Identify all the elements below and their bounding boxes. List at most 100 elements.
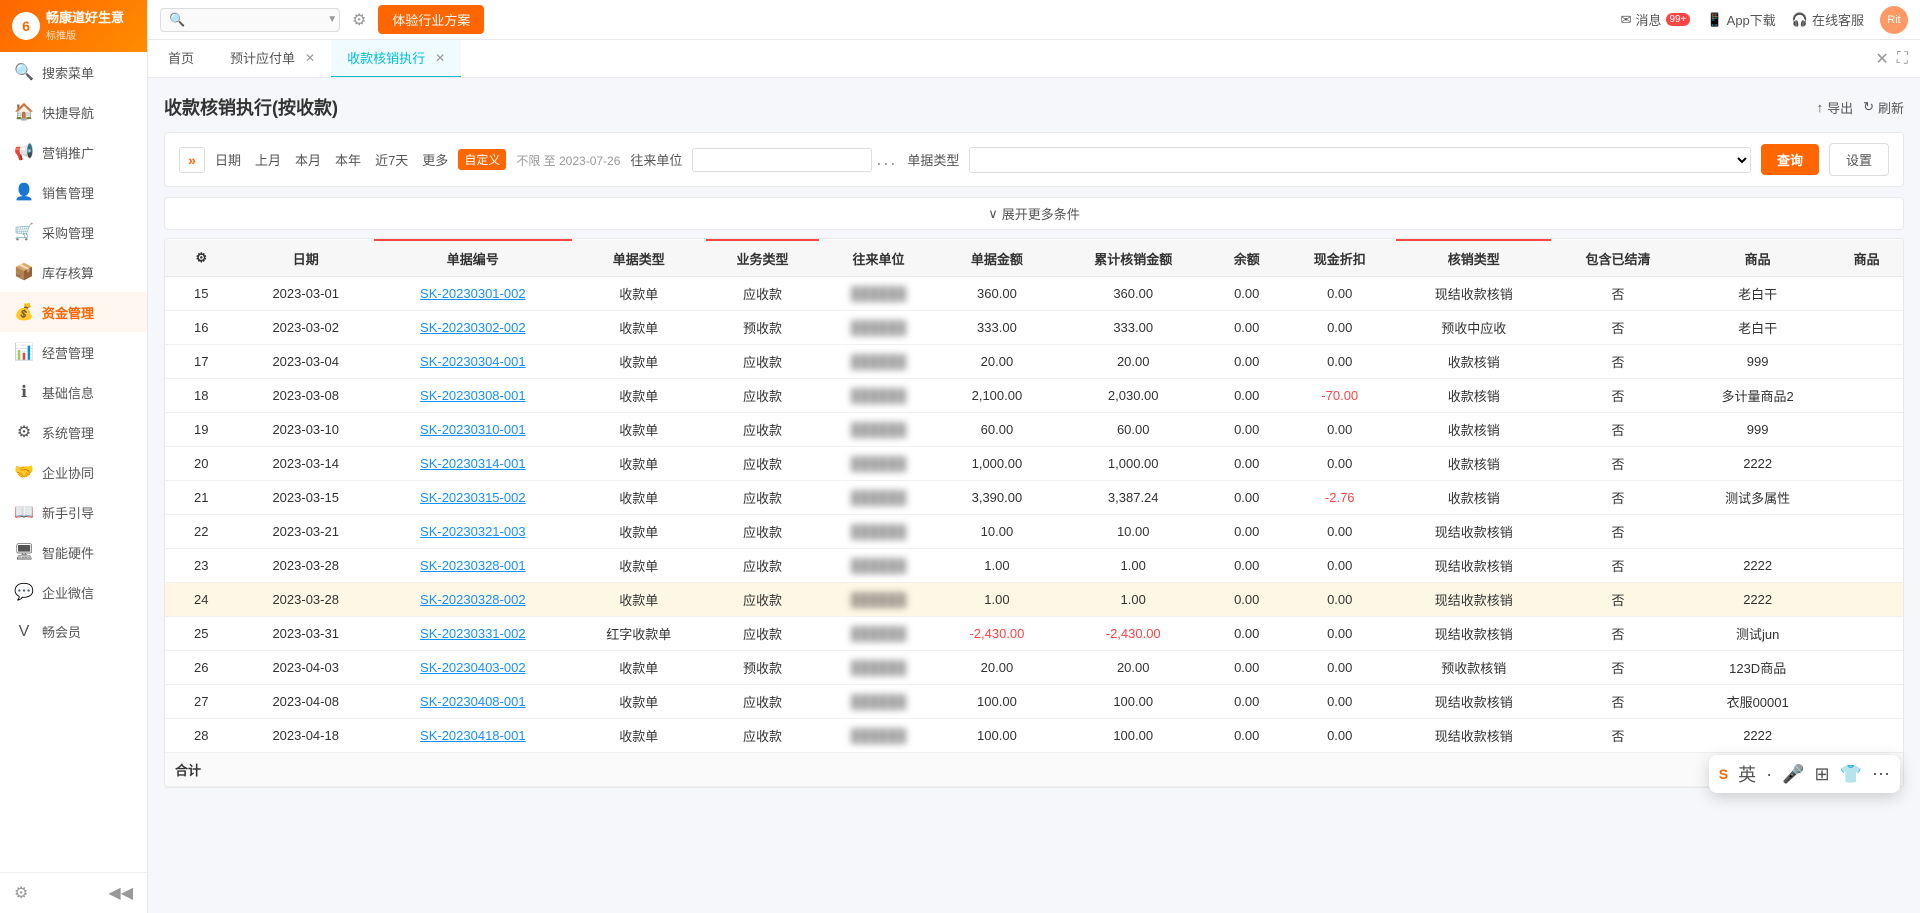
sidebar-item-purchase[interactable]: 🛒采购管理 xyxy=(0,212,147,252)
topbar-search-input[interactable] xyxy=(191,13,321,27)
td-partner: ██████ xyxy=(819,685,938,719)
filter-setting-button[interactable]: 设置 xyxy=(1829,143,1889,176)
sidebar-item-hardware[interactable]: 🖥智能硬件 xyxy=(0,532,147,572)
messages-button[interactable]: ✉ 消息 99+ xyxy=(1621,10,1691,29)
expand-more-bar[interactable]: ∨ 展开更多条件 xyxy=(164,197,1904,230)
sidebar-item-finance[interactable]: 💰 资金管理 xyxy=(0,292,147,332)
td-goods: 老白干 xyxy=(1685,311,1830,345)
collection-tab-close[interactable]: ✕ xyxy=(435,51,445,65)
ft-mic-icon[interactable]: 🎤 xyxy=(1782,764,1804,785)
td-bill_no[interactable]: SK-20230408-001 xyxy=(374,685,572,719)
date-opt-lastmonth[interactable]: 上月 xyxy=(251,148,285,171)
type-filter-select[interactable] xyxy=(969,147,1751,173)
ft-grid-icon[interactable]: ⊞ xyxy=(1814,764,1829,785)
sidebar-item-enterprise[interactable]: 🤝企业协同 xyxy=(0,452,147,492)
online-service-button[interactable]: 🎧 在线客服 xyxy=(1792,10,1864,29)
filter-collapse-button[interactable]: » xyxy=(179,147,205,173)
topbar-settings-icon[interactable]: ⚙ xyxy=(352,10,366,30)
date-opt-custom[interactable]: 自定义 xyxy=(458,149,506,170)
app-download-button[interactable]: 📱 App下载 xyxy=(1706,10,1775,29)
table-row: 242023-03-28SK-20230328-002收款单应收款██████1… xyxy=(165,583,1903,617)
td-goods2 xyxy=(1830,345,1903,379)
date-opt-thismonth[interactable]: 本月 xyxy=(291,148,325,171)
td-goods xyxy=(1685,515,1830,549)
td-bill_no[interactable]: SK-20230418-001 xyxy=(374,719,572,753)
sidebar-item-inventory[interactable]: 📦库存核算 xyxy=(0,252,147,292)
td-no: 28 xyxy=(165,719,238,753)
message-icon: ✉ xyxy=(1621,12,1632,28)
td-date: 2023-03-28 xyxy=(238,549,374,583)
settings-icon[interactable]: ⚙ xyxy=(14,883,28,903)
sidebar-icon-enterprise: 🤝 xyxy=(14,462,34,482)
sidebar-item-basics[interactable]: ℹ基础信息 xyxy=(0,372,147,412)
td-bill_type: 收款单 xyxy=(572,515,706,549)
sidebar-item-guide[interactable]: 📖新手引导 xyxy=(0,492,147,532)
sidebar-item-member[interactable]: V畅会员 xyxy=(0,612,147,651)
ft-icon-2[interactable]: · xyxy=(1766,764,1772,785)
refresh-button[interactable]: ↻ 刷新 xyxy=(1863,98,1904,117)
th-partner: 往来单位 xyxy=(819,240,938,277)
td-goods: 2222 xyxy=(1685,719,1830,753)
export-button[interactable]: ↑ 导出 xyxy=(1817,98,1854,117)
date-opt-more[interactable]: 更多 xyxy=(418,148,452,171)
sidebar-bottom: ⚙ ◀◀ xyxy=(0,872,147,913)
td-bill_no[interactable]: SK-20230302-002 xyxy=(374,311,572,345)
td-bill_no[interactable]: SK-20230301-002 xyxy=(374,277,572,311)
td-amount: 333.00 xyxy=(938,311,1056,345)
td-goods2 xyxy=(1830,277,1903,311)
home-label: 首页 xyxy=(168,48,194,67)
ft-shirt-icon[interactable]: 👕 xyxy=(1840,764,1862,785)
sidebar-icon-finance: 💰 xyxy=(14,302,34,322)
td-goods: 123D商品 xyxy=(1685,651,1830,685)
td-bill_no[interactable]: SK-20230315-002 xyxy=(374,481,572,515)
tab-collection[interactable]: 收款核销执行 ✕ xyxy=(331,40,461,78)
td-discount: 0.00 xyxy=(1283,685,1397,719)
sidebar-icon-operations: 📊 xyxy=(14,342,34,362)
td-discount: 0.00 xyxy=(1283,651,1397,685)
td-date: 2023-03-28 xyxy=(238,583,374,617)
date-opt-7days[interactable]: 近7天 xyxy=(371,148,412,171)
sidebar-item-marketing[interactable]: 📢营销推广 xyxy=(0,132,147,172)
prepay-tab-close[interactable]: ✕ xyxy=(305,51,315,65)
unit-more-icon[interactable]: ... xyxy=(876,149,897,170)
sidebar-item-quicknav[interactable]: 🏠快捷导航 xyxy=(0,92,147,132)
td-bill_no[interactable]: SK-20230310-001 xyxy=(374,413,572,447)
td-date: 2023-03-01 xyxy=(238,277,374,311)
date-opt-thisyear[interactable]: 本年 xyxy=(331,148,365,171)
sidebar-item-wechat[interactable]: 💬企业微信 xyxy=(0,572,147,612)
user-avatar[interactable]: Rit xyxy=(1880,6,1908,34)
sidebar-item-search[interactable]: 🔍搜索菜单 xyxy=(0,52,147,92)
industry-solution-button[interactable]: 体验行业方案 xyxy=(378,5,484,34)
td-amount: 2,100.00 xyxy=(938,379,1056,413)
collapse-sidebar-icon[interactable]: ◀◀ xyxy=(108,883,133,903)
unit-filter-input[interactable] xyxy=(692,148,872,172)
td-bill_no[interactable]: SK-20230328-001 xyxy=(374,549,572,583)
tab-prepay[interactable]: 预计应付单 ✕ xyxy=(214,40,331,78)
td-discount: 0.00 xyxy=(1283,515,1397,549)
td-bill_no[interactable]: SK-20230304-001 xyxy=(374,345,572,379)
td-bill_no[interactable]: SK-20230321-003 xyxy=(374,515,572,549)
td-date: 2023-04-03 xyxy=(238,651,374,685)
ft-icon-1[interactable]: 英 xyxy=(1738,761,1756,787)
td-bill_no[interactable]: SK-20230314-001 xyxy=(374,447,572,481)
ft-more-icon[interactable]: ⋯ xyxy=(1872,764,1890,785)
filter-date-options: 上月 本月 本年 近7天 更多 自定义 xyxy=(251,148,506,171)
td-bill_no[interactable]: SK-20230328-002 xyxy=(374,583,572,617)
td-biz_type: 应收款 xyxy=(706,583,820,617)
td-bill_no[interactable]: SK-20230403-002 xyxy=(374,651,572,685)
tab-home[interactable]: 首页 xyxy=(148,40,214,78)
td-balance: 0.00 xyxy=(1210,311,1283,345)
unit-filter-wrap: ... xyxy=(692,148,897,172)
sidebar-label-finance: 资金管理 xyxy=(42,303,94,322)
td-partner: ██████ xyxy=(819,515,938,549)
tabbar-close-icon[interactable]: ✕ xyxy=(1875,49,1888,69)
td-verify_type: 现结收款核销 xyxy=(1396,583,1550,617)
sidebar-item-system[interactable]: ⚙系统管理 xyxy=(0,412,147,452)
sidebar-item-sales[interactable]: 👤销售管理 xyxy=(0,172,147,212)
td-bill_no[interactable]: SK-20230331-002 xyxy=(374,617,572,651)
tabbar-expand-icon[interactable]: ⛶ xyxy=(1897,50,1908,68)
td-bill_no[interactable]: SK-20230308-001 xyxy=(374,379,572,413)
query-button[interactable]: 查询 xyxy=(1761,144,1819,175)
sidebar-item-operations[interactable]: 📊经营管理 xyxy=(0,332,147,372)
td-verify_type: 预收中应收 xyxy=(1396,311,1550,345)
